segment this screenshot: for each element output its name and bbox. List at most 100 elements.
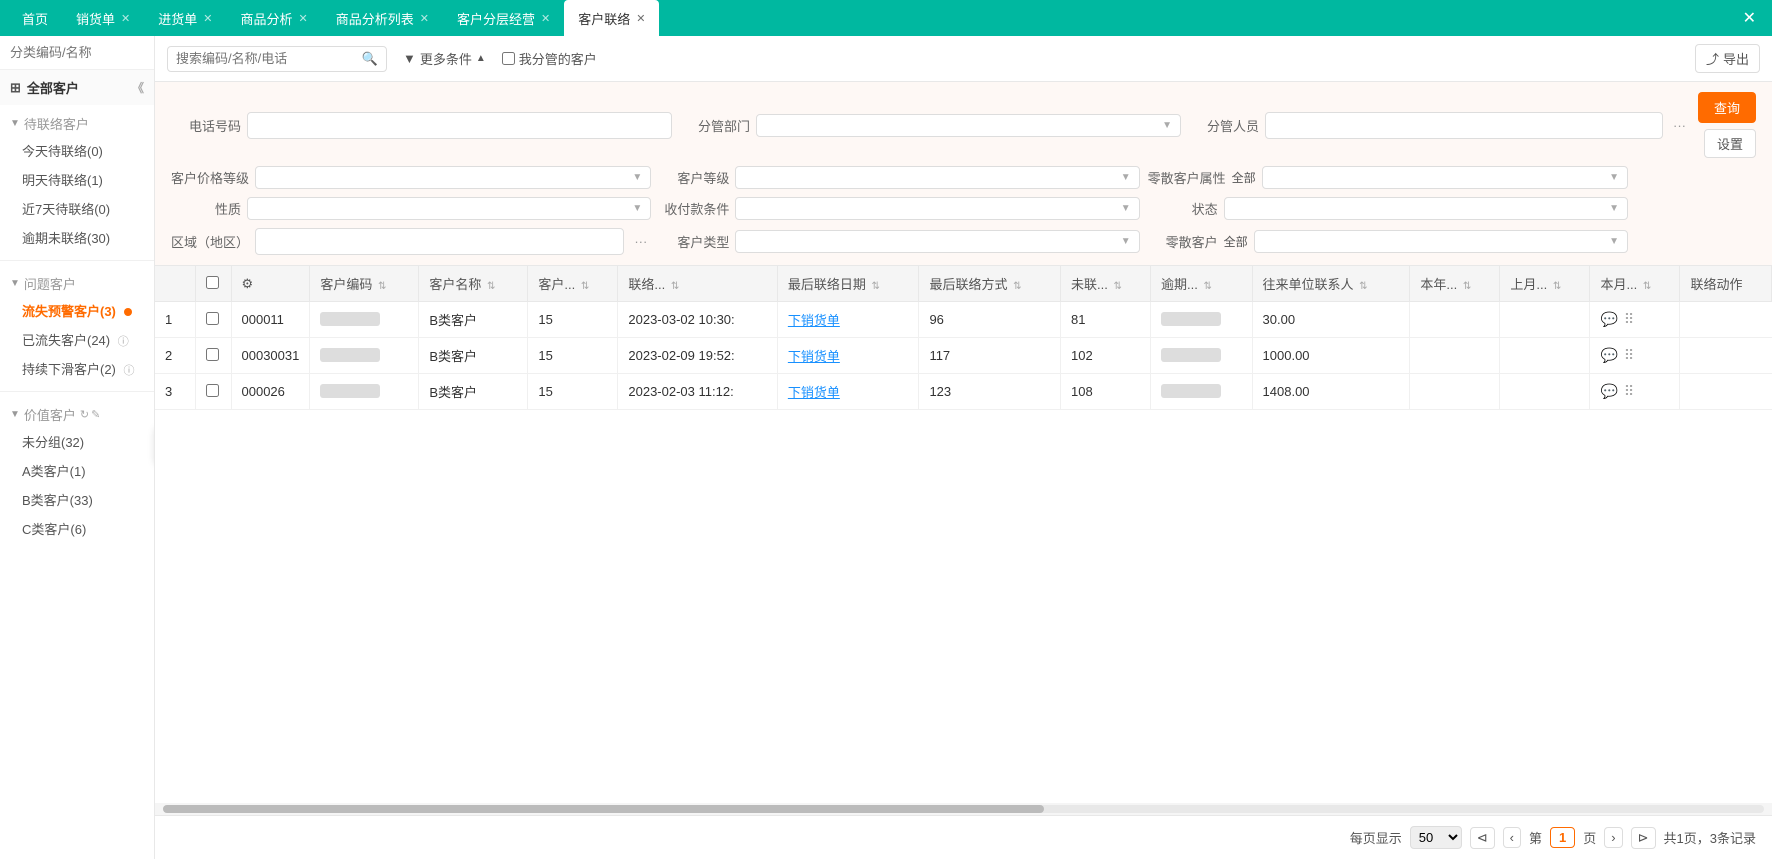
sidebar-section-problem-title[interactable]: ▼ 问题客户 (0, 269, 154, 296)
payment-select[interactable]: ▼ (735, 197, 1139, 220)
sidebar-item-lost[interactable]: 已流失客户(24) ⓘ (0, 325, 154, 354)
chat-icon[interactable]: 💬 (1600, 347, 1617, 364)
settings-button[interactable]: 设置 (1704, 129, 1756, 158)
col-this-year[interactable]: 本年... ⇅ (1410, 266, 1500, 302)
col-overdue[interactable]: 逾期... ⇅ (1151, 266, 1252, 302)
more-icon[interactable]: ⠿ (1624, 383, 1634, 400)
col-code[interactable]: 客户编码 ⇅ (310, 266, 419, 302)
tab-customer-tier-close[interactable]: ✕ (541, 12, 550, 25)
retail-attr-select[interactable]: ▼ (1262, 166, 1628, 189)
nature-select[interactable]: ▼ (247, 197, 651, 220)
sidebar-item-at-risk[interactable]: 流失预警客户(3) (0, 296, 154, 325)
sidebar-item-unclassified[interactable]: 未分组(32) (0, 427, 154, 456)
per-page-select[interactable]: 50 100 200 (1410, 826, 1462, 849)
window-close-button[interactable]: ✕ (1735, 8, 1764, 28)
refresh-icon[interactable]: ↻ (80, 408, 89, 421)
horizontal-scrollbar[interactable] (155, 803, 1772, 815)
col-checkbox[interactable] (195, 266, 231, 302)
phone-input[interactable] (247, 112, 672, 139)
col-settings[interactable]: ⚙ (231, 266, 310, 302)
tab-analysis[interactable]: 商品分析 ✕ (226, 0, 321, 36)
manager-input[interactable] (1265, 112, 1663, 139)
price-tier-select[interactable]: ▼ (255, 166, 651, 189)
dept-select[interactable]: ▼ (756, 114, 1181, 137)
tab-home[interactable]: 首页 (8, 0, 62, 36)
tab-sales-close[interactable]: ✕ (121, 12, 130, 25)
region-dots[interactable]: ··· (630, 234, 651, 249)
sidebar-item-class-a[interactable]: A类客户(1) (0, 456, 154, 485)
tab-analysis-list-close[interactable]: ✕ (420, 12, 429, 25)
sidebar-item-today[interactable]: 今天待联络(0) (0, 136, 154, 165)
tab-sales[interactable]: 销货单 ✕ (62, 0, 144, 36)
col-no-contact[interactable]: 未联... ⇅ (1061, 266, 1151, 302)
chat-icon[interactable]: 💬 (1600, 383, 1617, 400)
scrollbar-track[interactable] (163, 805, 1764, 813)
row-checkbox[interactable] (206, 384, 219, 397)
edit-icon[interactable]: ✎ (91, 408, 100, 421)
export-label: 导出 (1723, 49, 1749, 68)
sidebar-item-week[interactable]: 近7天待联络(0) (0, 194, 154, 223)
prev-page-button[interactable]: ‹ (1503, 827, 1521, 848)
more-icon[interactable]: ⠿ (1624, 311, 1634, 328)
tab-customer-contact-close[interactable]: ✕ (636, 12, 645, 25)
cell-action: 💬 ⠿ (1590, 302, 1680, 338)
select-all-checkbox[interactable] (206, 276, 219, 289)
col-unit-contact[interactable]: 往来单位联系人 ⇅ (1252, 266, 1410, 302)
sidebar-item-declining[interactable]: 持续下滑客户(2) ⓘ (0, 354, 154, 383)
chat-icon[interactable]: 💬 (1600, 311, 1617, 328)
col-level[interactable]: 客户... ⇅ (528, 266, 618, 302)
cell-action: 💬 ⠿ (1590, 374, 1680, 410)
sidebar-item-tomorrow[interactable]: 明天待联络(1) (0, 165, 154, 194)
export-button[interactable]: ⤴ 导出 (1695, 44, 1760, 73)
tab-analysis-list[interactable]: 商品分析列表 ✕ (322, 0, 443, 36)
sidebar-section-value-title[interactable]: ▼ 价值客户 ↻ ✎ (0, 400, 154, 427)
last-method-link[interactable]: 下销货单 (788, 385, 840, 400)
row-checkbox[interactable] (206, 312, 219, 325)
tab-analysis-close[interactable]: ✕ (299, 12, 308, 25)
sidebar-search-input[interactable] (10, 45, 155, 60)
col-contact[interactable]: 联络... ⇅ (618, 266, 777, 302)
col-this-month[interactable]: 本月... ⇅ (1590, 266, 1680, 302)
row-checkbox[interactable] (206, 348, 219, 361)
filter-search-input[interactable] (176, 51, 362, 66)
cell-checkbox[interactable] (195, 302, 231, 338)
customer-tier-select[interactable]: ▼ (735, 166, 1139, 189)
status-select[interactable]: ▼ (1224, 197, 1628, 220)
cust-type-select[interactable]: ▼ (735, 230, 1139, 253)
manager-dots[interactable]: ··· (1669, 118, 1690, 133)
tab-purchase-close[interactable]: ✕ (203, 12, 212, 25)
sidebar-item-overdue[interactable]: 逾期未联络(30) (0, 223, 154, 252)
col-last-month[interactable]: 上月... ⇅ (1500, 266, 1590, 302)
last-page-button[interactable]: ⊳ (1631, 827, 1656, 849)
cell-checkbox[interactable] (195, 338, 231, 374)
tab-purchase[interactable]: 进货单 ✕ (144, 0, 226, 36)
sidebar-section-pending-title[interactable]: ▼ 待联络客户 (0, 109, 154, 136)
col-last-date[interactable]: 最后联络日期 ⇅ (777, 266, 919, 302)
more-icon[interactable]: ⠿ (1624, 347, 1634, 364)
query-button[interactable]: 查询 (1698, 92, 1756, 123)
cell-this-month (1500, 338, 1590, 374)
retail-select[interactable]: ▼ (1254, 230, 1628, 253)
col-last-method[interactable]: 最后联络方式 ⇅ (919, 266, 1061, 302)
nature-arrow: ▼ (632, 203, 642, 214)
last-method-link[interactable]: 下销货单 (788, 349, 840, 364)
sidebar-item-class-b[interactable]: B类客户(33) (0, 485, 154, 514)
last-method-link[interactable]: 下销货单 (788, 313, 840, 328)
more-conditions-button[interactable]: ▼ 更多条件 ▲ (395, 45, 494, 72)
my-customers-checkbox[interactable] (502, 52, 515, 65)
settings-icon[interactable]: ⚙ (242, 276, 254, 291)
cell-checkbox[interactable] (195, 374, 231, 410)
filter-search-icon[interactable]: 🔍 (362, 51, 378, 67)
first-page-button[interactable]: ⊲ (1470, 827, 1495, 849)
scrollbar-thumb[interactable] (163, 805, 1044, 813)
next-page-button[interactable]: › (1604, 827, 1622, 848)
tab-customer-tier[interactable]: 客户分层经营 ✕ (443, 0, 564, 36)
cell-last-month (1410, 302, 1500, 338)
tab-customer-contact[interactable]: 客户联络 ✕ (564, 0, 659, 36)
grid-icon: ⊞ (10, 80, 21, 96)
sidebar-item-class-c[interactable]: C类客户(6) (0, 514, 154, 543)
my-customers-filter[interactable]: 我分管的客户 (502, 49, 597, 68)
region-input[interactable] (255, 228, 624, 255)
sidebar-all-customers[interactable]: ⊞ 全部客户 《 (0, 70, 154, 105)
col-name[interactable]: 客户名称 ⇅ (419, 266, 528, 302)
